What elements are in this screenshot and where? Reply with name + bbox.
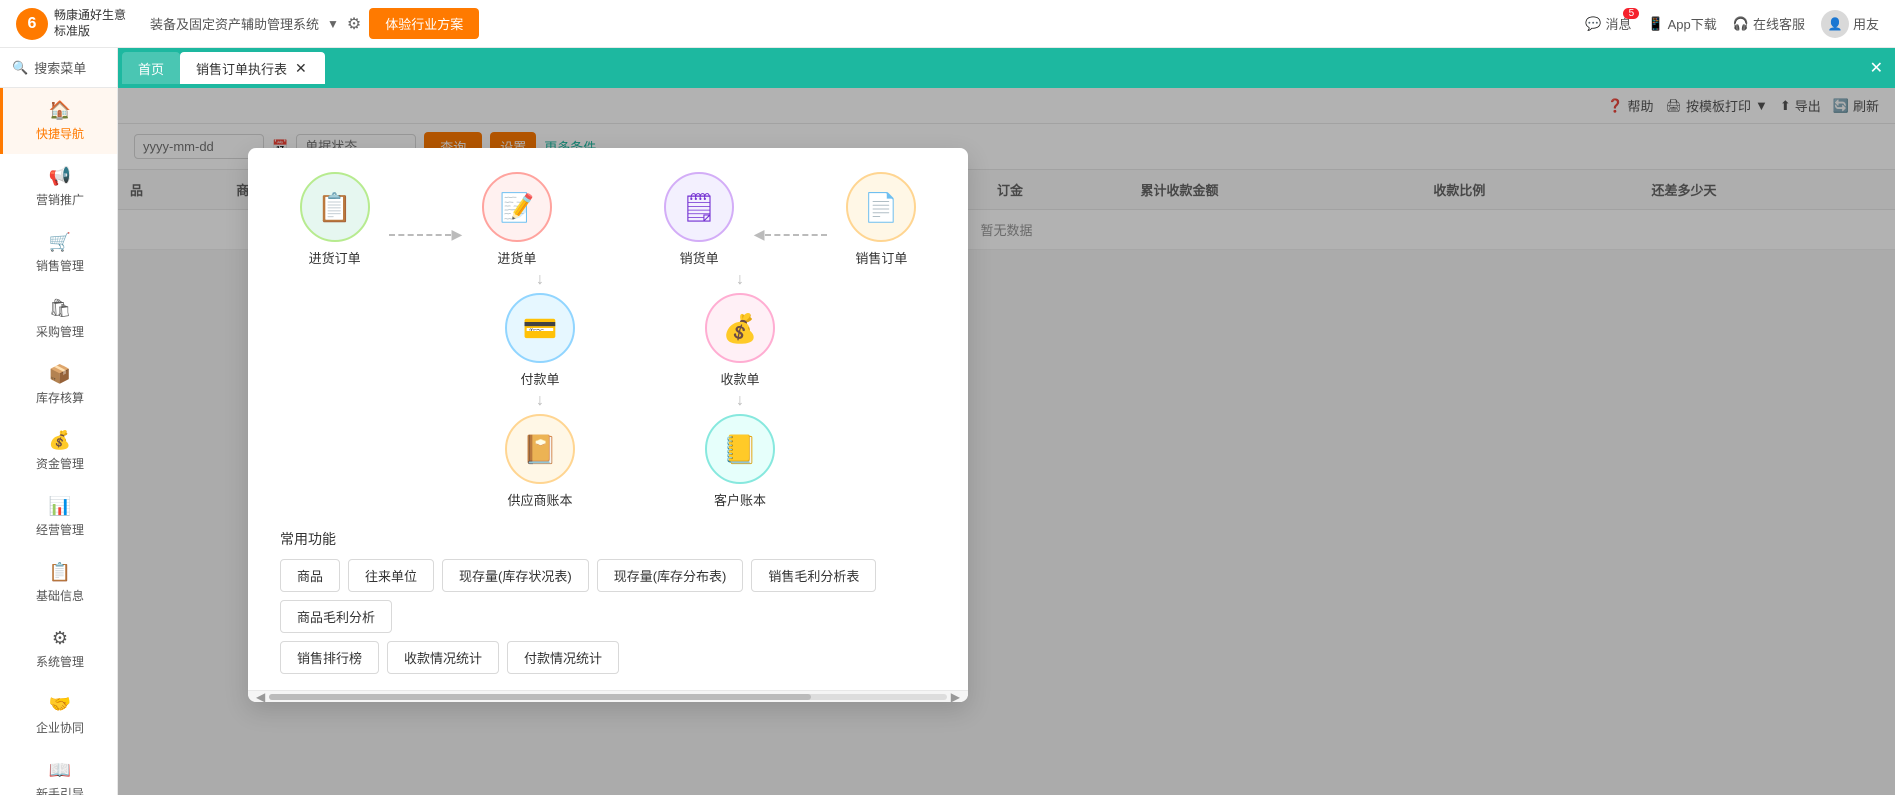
btn-product-margin[interactable]: 商品毛利分析 xyxy=(280,600,392,633)
modal-scrollbar[interactable]: ◀ ▶ xyxy=(248,690,968,702)
flow-node-customer-account[interactable]: 📒 客户账本 xyxy=(680,414,800,509)
tab-bar-close-btn[interactable]: ✕ xyxy=(1862,58,1891,78)
tab-bar: 首页 销售订单执行表 ✕ ✕ xyxy=(118,48,1895,88)
online-service-btn[interactable]: 🎧 在线客服 xyxy=(1733,14,1805,33)
modal: 📋 进货订单 ▶ 📝 xyxy=(248,148,968,702)
receipt-label: 收款单 xyxy=(720,369,759,388)
receipt-icon: 💰 xyxy=(705,293,775,363)
sidebar-item-inventory[interactable]: 📦 库存核算 xyxy=(0,352,117,418)
supplier-account-label: 供应商账本 xyxy=(507,490,572,509)
system-dropdown-btn[interactable]: ▼ xyxy=(327,17,339,31)
trial-btn[interactable]: 体验行业方案 xyxy=(369,8,479,39)
scroll-track xyxy=(269,694,947,700)
finance-icon: 💰 xyxy=(49,430,71,451)
logo-text: 畅康通好生意 标准版 xyxy=(54,8,126,39)
search-icon: 🔍 xyxy=(12,60,28,76)
user-menu-btn[interactable]: 👤 用友 xyxy=(1821,10,1879,38)
scroll-left-btn[interactable]: ◀ xyxy=(252,690,269,703)
btn-sales-rank[interactable]: 销售排行榜 xyxy=(280,641,379,674)
payment-label: 付款单 xyxy=(520,369,559,388)
flow-node-purchase-order[interactable]: 📋 进货订单 xyxy=(280,172,389,267)
sidebar: 🔍 搜索菜单 🏠 快捷导航 📢 营销推广 🛒 销售管理 🛍 采购管理 📦 xyxy=(0,48,118,795)
tab-home[interactable]: 首页 xyxy=(122,52,180,84)
sidebar-item-purchase[interactable]: 🛍 采购管理 xyxy=(0,286,117,352)
sales-bill-icon: 🗒 xyxy=(664,172,734,242)
sidebar-item-operation[interactable]: 📊 经营管理 xyxy=(0,484,117,550)
sidebar-item-marketing[interactable]: 📢 营销推广 xyxy=(0,154,117,220)
guide-icon: 📖 xyxy=(49,760,71,781)
purchase-order-icon: 📋 xyxy=(300,172,370,242)
download-icon: 📱 xyxy=(1647,16,1663,32)
message-icon: 💬 xyxy=(1585,16,1601,32)
btn-product[interactable]: 商品 xyxy=(280,559,340,592)
customer-account-label: 客户账本 xyxy=(714,490,766,509)
sidebar-item-enterprise[interactable]: 🤝 企业协同 xyxy=(0,682,117,748)
tab-sales-order[interactable]: 销售订单执行表 ✕ xyxy=(180,52,325,84)
flow-node-payment[interactable]: 💳 付款单 xyxy=(480,293,600,388)
basic-info-icon: 📋 xyxy=(49,562,71,583)
sidebar-item-finance[interactable]: 💰 资金管理 xyxy=(0,418,117,484)
search-menu-btn[interactable]: 🔍 搜索菜单 xyxy=(0,48,117,88)
enterprise-icon: 🤝 xyxy=(49,694,71,715)
app-download-btn[interactable]: 📱 App下载 xyxy=(1647,14,1716,33)
sidebar-item-basic-info[interactable]: 📋 基础信息 xyxy=(0,550,117,616)
sales-order-icon: 📄 xyxy=(846,172,916,242)
home-icon: 🏠 xyxy=(49,100,71,121)
sales-bill-label: 销货单 xyxy=(680,248,719,267)
btn-receipt-stats[interactable]: 收款情况统计 xyxy=(387,641,499,674)
flow-node-purchase-bill[interactable]: 📝 进货单 xyxy=(462,172,571,267)
payment-icon: 💳 xyxy=(505,293,575,363)
sales-order-label: 销售订单 xyxy=(855,248,907,267)
flow-node-supplier-account[interactable]: 📔 供应商账本 xyxy=(480,414,600,509)
service-icon: 🎧 xyxy=(1733,16,1749,32)
message-badge: 5 xyxy=(1623,8,1639,19)
purchase-icon: 🛍 xyxy=(49,298,72,319)
flow-node-sales-bill[interactable]: 🗒 销货单 xyxy=(644,172,753,267)
sidebar-item-sales[interactable]: 🛒 销售管理 xyxy=(0,220,117,286)
sales-icon: 🛒 xyxy=(49,232,71,253)
btn-sales-margin[interactable]: 销售毛利分析表 xyxy=(751,559,876,592)
sidebar-item-quick-nav[interactable]: 🏠 快捷导航 xyxy=(0,88,117,154)
sidebar-item-system[interactable]: ⚙ 系统管理 xyxy=(0,616,117,682)
btn-payment-stats[interactable]: 付款情况统计 xyxy=(507,641,619,674)
supplier-account-icon: 📔 xyxy=(505,414,575,484)
message-btn[interactable]: 💬 消息 5 xyxy=(1585,14,1631,33)
flow-section: 📋 进货订单 ▶ 📝 xyxy=(280,172,936,509)
logo: 6 畅康通好生意 标准版 xyxy=(16,8,134,40)
purchase-order-label: 进货订单 xyxy=(309,248,361,267)
flow-node-receipt[interactable]: 💰 收款单 xyxy=(680,293,800,388)
btn-stock-status[interactable]: 现存量(库存状况表) xyxy=(442,559,589,592)
common-btns-row1: 商品 往来单位 现存量(库存状况表) 现存量(库存分布表) 销售毛利分析表 商品… xyxy=(280,559,936,633)
common-functions-section: 常用功能 商品 往来单位 现存量(库存状况表) 现存量(库存分布表) 销售毛利分… xyxy=(280,529,936,674)
common-functions-title: 常用功能 xyxy=(280,529,936,549)
tab-close-btn[interactable]: ✕ xyxy=(293,60,309,77)
flow-node-sales-order[interactable]: 📄 销售订单 xyxy=(827,172,936,267)
avatar: 👤 xyxy=(1821,10,1849,38)
common-btns-row2: 销售排行榜 收款情况统计 付款情况统计 xyxy=(280,641,936,674)
page-content: ❓ 帮助 🖨 按模板打印 ▼ ⬆ 导出 🔄 刷新 xyxy=(118,88,1895,795)
scroll-right-btn[interactable]: ▶ xyxy=(947,690,964,703)
customer-account-icon: 📒 xyxy=(705,414,775,484)
marketing-icon: 📢 xyxy=(49,166,71,187)
btn-partner[interactable]: 往来单位 xyxy=(348,559,434,592)
modal-overlay[interactable]: 📋 进货订单 ▶ 📝 xyxy=(118,88,1895,795)
inventory-icon: 📦 xyxy=(49,364,71,385)
btn-stock-dist[interactable]: 现存量(库存分布表) xyxy=(597,559,744,592)
system-icon: ⚙ xyxy=(52,628,68,649)
sidebar-item-new-guide[interactable]: 📖 新手引导 xyxy=(0,748,117,795)
logo-icon: 6 xyxy=(16,8,48,40)
app-title: 装备及固定资产辅助管理系统 xyxy=(150,14,319,33)
operation-icon: 📊 xyxy=(49,496,71,517)
purchase-bill-icon: 📝 xyxy=(482,172,552,242)
purchase-bill-label: 进货单 xyxy=(497,248,536,267)
settings-gear-btn[interactable]: ⚙ xyxy=(347,14,361,34)
scroll-thumb xyxy=(269,694,811,700)
